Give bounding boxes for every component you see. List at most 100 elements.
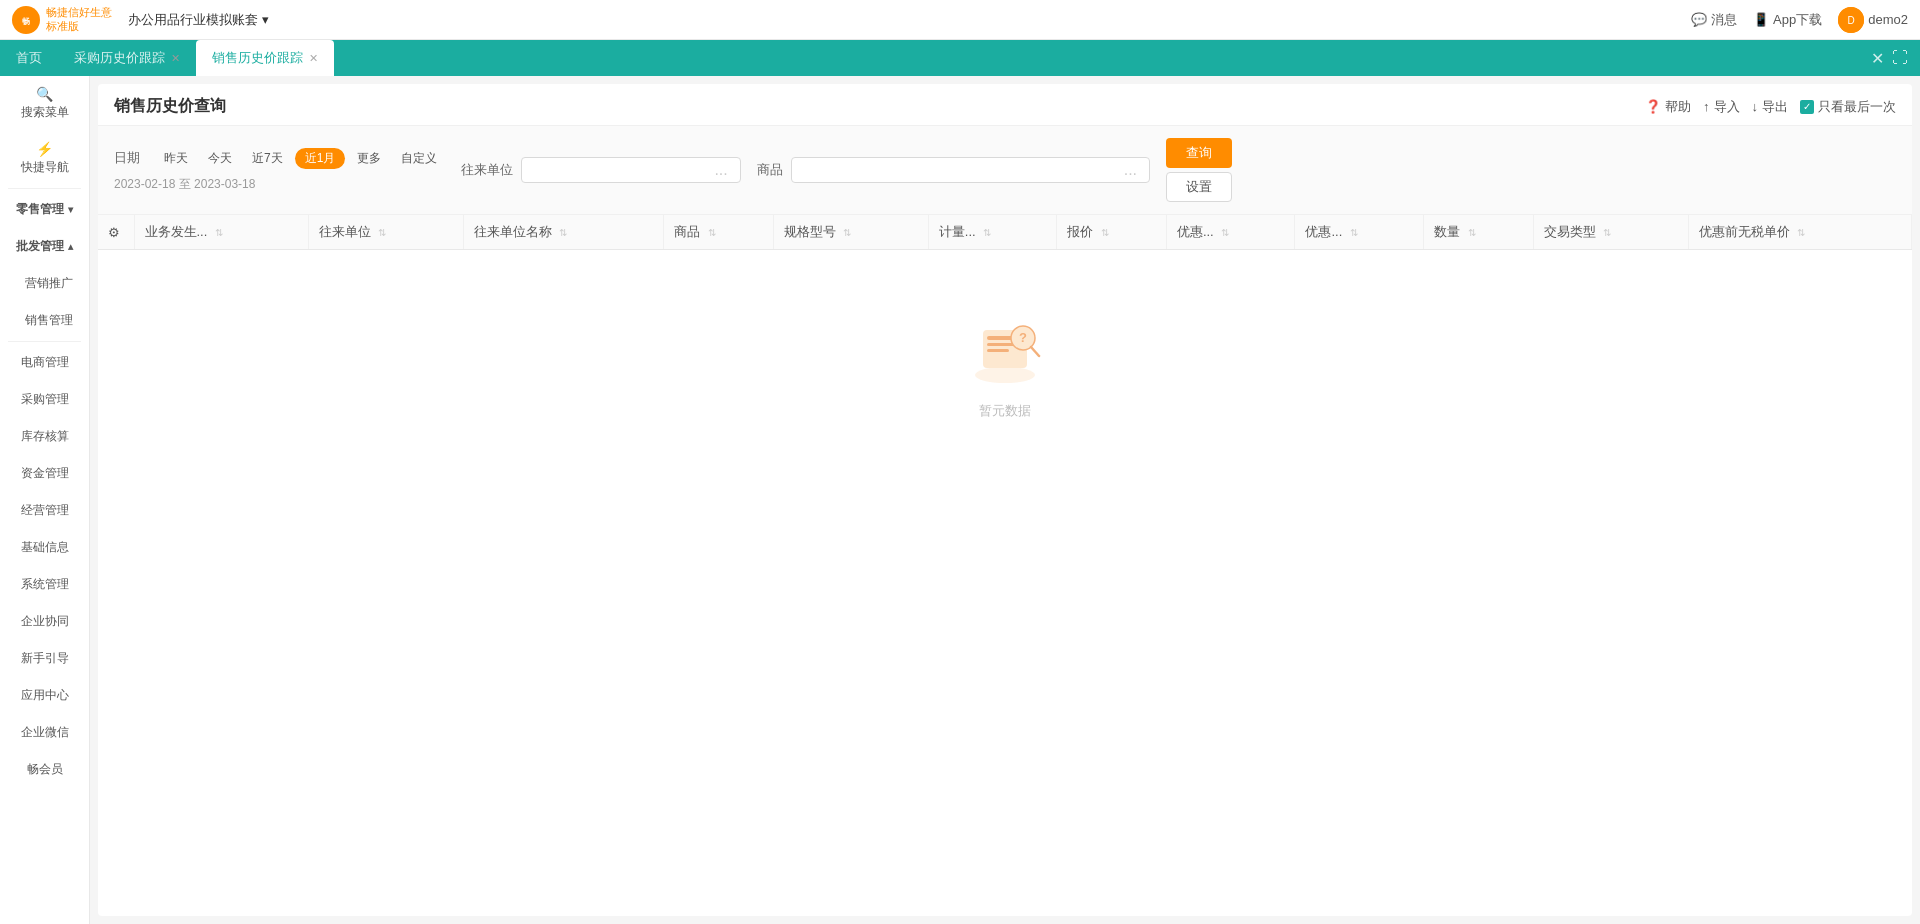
only-last-checkbox[interactable]: ✓ [1800,100,1814,114]
sidebar-label-basic-info: 基础信息 [21,539,69,556]
sidebar-item-app-center[interactable]: 应用中心 [0,677,89,714]
th-quoted-price-label: 报价 [1067,224,1093,239]
sidebar-item-wholesale-mgmt[interactable]: 批发管理 ▴ [0,228,89,265]
date-filter-line1: 日期 昨天 今天 近7天 近1月 更多 自定义 [114,148,445,169]
only-last-checkbox-area[interactable]: ✓ 只看最后一次 [1800,98,1896,116]
sidebar-label-app-center: 应用中心 [21,687,69,704]
th-discount1[interactable]: 优惠... ⇅ [1166,215,1295,250]
th-partner-name[interactable]: 往来单位名称 ⇅ [463,215,664,250]
help-btn[interactable]: ❓ 帮助 [1645,98,1691,116]
search-button[interactable]: 查询 [1166,138,1232,168]
sidebar-label-ecommerce: 电商管理 [21,354,69,371]
sidebar-item-search-menu[interactable]: 🔍 搜索菜单 [0,76,89,131]
sidebar-item-marketing[interactable]: 营销推广 [0,265,89,302]
help-icon: ❓ [1645,99,1661,114]
message-label: 消息 [1711,11,1737,29]
sidebar-label-sales-mgmt: 销售管理 [25,312,73,329]
sidebar-item-ecommerce[interactable]: 电商管理 [0,344,89,381]
th-product[interactable]: 商品 ⇅ [664,215,774,250]
date-btn-yesterday[interactable]: 昨天 [156,148,196,169]
sidebar-item-system[interactable]: 系统管理 [0,566,89,603]
maximize-window-icon[interactable]: ⛶ [1892,49,1908,67]
import-label: 导入 [1714,98,1740,116]
th-discount2[interactable]: 优惠... ⇅ [1295,215,1424,250]
sidebar-item-operations[interactable]: 经营管理 [0,492,89,529]
date-btn-more[interactable]: 更多 [349,148,389,169]
th-biz-date[interactable]: 业务发生... ⇅ [134,215,308,250]
th-pretax-price[interactable]: 优惠前无税单价 ⇅ [1688,215,1911,250]
purchase-history-tab-label: 采购历史价跟踪 [74,49,165,67]
sidebar-item-enterprise[interactable]: 企业协同 [0,603,89,640]
tab-sales-history[interactable]: 销售历史价跟踪 ✕ [196,40,334,76]
import-btn[interactable]: ↑ 导入 [1703,98,1740,116]
empty-icon: ? [965,310,1045,390]
download-icon: 📱 [1753,12,1769,27]
sidebar-item-membership[interactable]: 畅会员 [0,751,89,788]
svg-rect-7 [987,343,1015,346]
partner-label: 往来单位 [461,161,513,179]
th-trade-type[interactable]: 交易类型 ⇅ [1533,215,1688,250]
sidebar-label-system: 系统管理 [21,576,69,593]
date-btn-today[interactable]: 今天 [200,148,240,169]
product-filter-group: 商品 ... [757,157,1150,183]
close-purchase-tab-icon[interactable]: ✕ [171,52,180,65]
user-area[interactable]: D demo2 [1838,7,1908,33]
logo-text: 畅捷信好生意 标准版 [46,6,112,32]
settings-button[interactable]: 设置 [1166,172,1232,202]
sidebar: 🔍 搜索菜单 ⚡ 快捷导航 零售管理 ▾ 批发管理 ▴ 营销推广 销售管理 电商… [0,76,90,924]
th-product-label: 商品 [674,224,700,239]
search-icon: 🔍 [36,86,53,102]
svg-point-4 [975,367,1035,383]
sidebar-label-inventory: 库存核算 [21,428,69,445]
filter-actions: 查询 设置 [1166,138,1232,202]
tab-home[interactable]: 首页 [0,40,58,76]
th-quoted-price[interactable]: 报价 ⇅ [1057,215,1167,250]
th-unit[interactable]: 计量... ⇅ [928,215,1057,250]
product-input[interactable] [800,163,1120,178]
content-area: 销售历史价查询 ❓ 帮助 ↑ 导入 ↓ 导出 ✓ [90,76,1920,924]
date-btn-7days[interactable]: 近7天 [244,148,291,169]
product-input-wrapper: ... [791,157,1150,183]
retail-mgmt-arrow-icon: ▾ [68,204,73,215]
tab-purchase-history[interactable]: 采购历史价跟踪 ✕ [58,40,196,76]
gear-icon[interactable]: ⚙ [108,225,120,240]
sidebar-item-inventory[interactable]: 库存核算 [0,418,89,455]
sidebar-item-enterprise-wechat[interactable]: 企业微信 [0,714,89,751]
sidebar-item-purchase[interactable]: 采购管理 [0,381,89,418]
sort-pretax-price-icon: ⇅ [1797,227,1805,238]
partner-filter-group: 往来单位 ... [461,157,740,183]
date-btn-custom[interactable]: 自定义 [393,148,445,169]
divider-2 [8,341,81,342]
th-partner-code[interactable]: 往来单位 ⇅ [308,215,463,250]
th-quantity[interactable]: 数量 ⇅ [1423,215,1533,250]
partner-input[interactable] [530,163,710,178]
message-btn[interactable]: 💬 消息 [1691,11,1737,29]
th-gear[interactable]: ⚙ [98,215,134,250]
empty-text: 暂元数据 [979,402,1031,420]
export-btn[interactable]: ↓ 导出 [1752,98,1789,116]
th-partner-code-label: 往来单位 [319,224,371,239]
sidebar-item-finance[interactable]: 资金管理 [0,455,89,492]
app-selector[interactable]: 办公用品行业模拟账套 ▾ [120,7,277,33]
partner-dots-icon[interactable]: ... [710,161,731,179]
sort-partner-name-icon: ⇅ [559,227,567,238]
sort-quoted-price-icon: ⇅ [1101,227,1109,238]
sidebar-item-quick-nav[interactable]: ⚡ 快捷导航 [0,131,89,186]
window-controls: ✕ ⛶ [1859,49,1920,68]
sidebar-item-basic-info[interactable]: 基础信息 [0,529,89,566]
app-download-btn[interactable]: 📱 App下载 [1753,11,1822,29]
close-window-icon[interactable]: ✕ [1871,49,1884,68]
sidebar-item-newbie[interactable]: 新手引导 [0,640,89,677]
logo-area: 畅 畅捷信好生意 标准版 [12,6,112,34]
sidebar-item-retail-mgmt[interactable]: 零售管理 ▾ [0,191,89,228]
page-content: 销售历史价查询 ❓ 帮助 ↑ 导入 ↓ 导出 ✓ [98,84,1912,916]
th-quantity-label: 数量 [1434,224,1460,239]
date-btn-1month[interactable]: 近1月 [295,148,346,169]
sidebar-item-sales-mgmt[interactable]: 销售管理 [0,302,89,339]
th-spec[interactable]: 规格型号 ⇅ [773,215,928,250]
close-sales-tab-icon[interactable]: ✕ [309,52,318,65]
product-dots-icon[interactable]: ... [1120,161,1141,179]
page-header: 销售历史价查询 ❓ 帮助 ↑ 导入 ↓ 导出 ✓ [98,84,1912,126]
export-label: 导出 [1762,98,1788,116]
sidebar-label-operations: 经营管理 [21,502,69,519]
